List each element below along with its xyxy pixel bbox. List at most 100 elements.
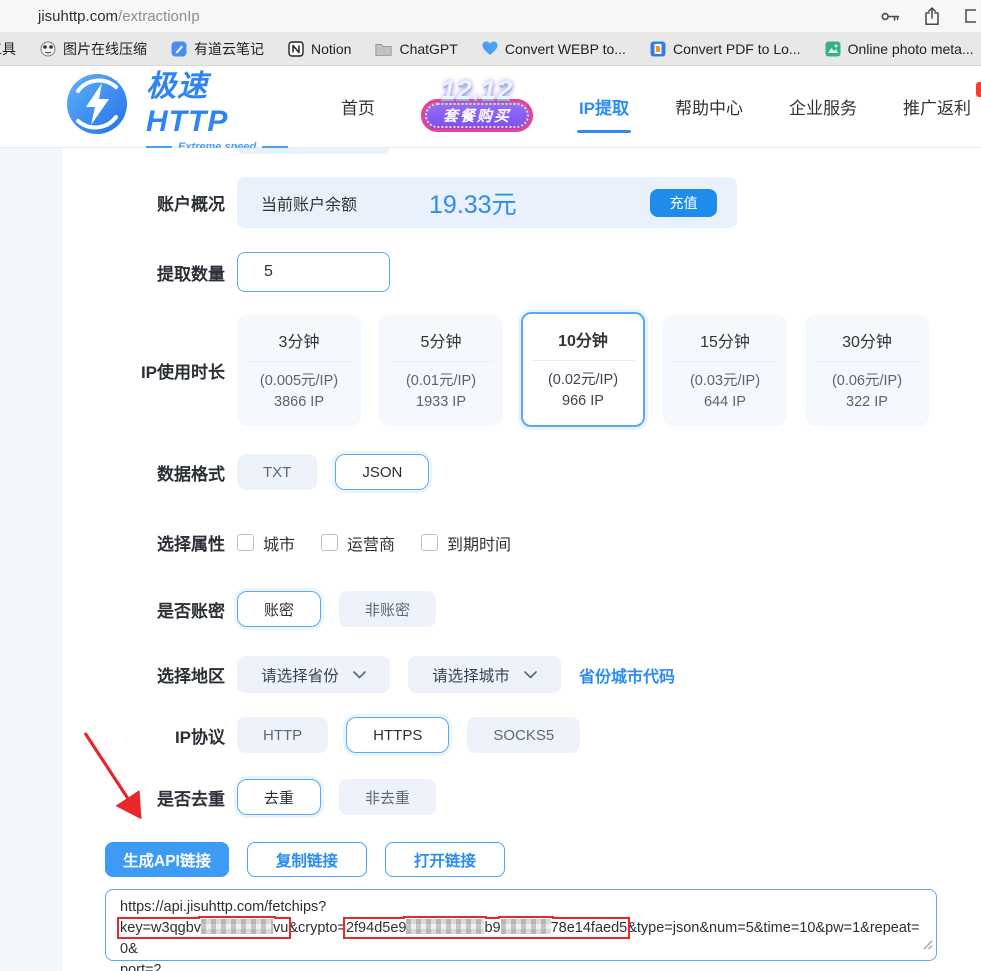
- api-crypto-annotation-box: 2f94d5e9 b9 78e14faed5: [342, 917, 631, 939]
- dedupe-option-yes[interactable]: 去重: [237, 779, 322, 815]
- bookmark-image-compress[interactable]: 图片在线压缩: [40, 39, 147, 59]
- promo-banner-1212[interactable]: 12.12 套餐购买: [420, 75, 533, 132]
- nav-red-badge: [976, 82, 981, 97]
- image-compress-icon: [40, 41, 56, 57]
- checkbox-label: 城市: [263, 536, 296, 554]
- photo-meta-icon: [825, 41, 841, 57]
- api-url-port: port=2: [120, 962, 162, 971]
- nav-item-help-center[interactable]: 帮助中心: [675, 94, 743, 119]
- bookmark-label: Notion: [311, 40, 352, 57]
- checkbox-city[interactable]: 城市: [237, 531, 295, 555]
- duration-option-10min[interactable]: 10分钟 (0.02元/IP) 966 IP: [521, 312, 645, 427]
- generate-api-link-button[interactable]: 生成API链接: [105, 842, 229, 877]
- divider: [531, 360, 635, 361]
- duration-option-5min[interactable]: 5分钟 (0.01元/IP) 1933 IP: [379, 315, 503, 426]
- auth-option-no-password[interactable]: 非账密: [339, 591, 437, 627]
- browser-url-bar: jisuhttp.com/extractionIp: [0, 0, 981, 32]
- left-gutter: [0, 148, 62, 971]
- quantity-row: 提取数量: [62, 252, 981, 292]
- attributes-label: 选择属性: [157, 535, 225, 554]
- checkbox-label: 到期时间: [447, 536, 512, 554]
- bookmark-convert-webp[interactable]: Convert WEBP to...: [482, 41, 626, 57]
- bookmark-label: 有道云笔记: [194, 40, 264, 57]
- censored-key-icon: [201, 919, 274, 934]
- duration-count: 644 IP: [704, 394, 746, 410]
- bookmark-convert-pdf[interactable]: Convert PDF to Lo...: [650, 41, 801, 57]
- share-icon[interactable]: [924, 6, 940, 26]
- region-row: 选择地区 请选择省份 请选择城市 省份城市代码: [62, 656, 981, 693]
- protocol-option-socks5[interactable]: SOCKS5: [467, 717, 581, 753]
- main-content: 账户概况 当前账户余额 19.33元 充值 提取数量 IP使用时长 3分钟 (0…: [0, 148, 981, 971]
- checkbox-icon: [421, 534, 439, 551]
- bookmark-label: 加密工具: [0, 40, 16, 57]
- api-key-prefix: key=w3qgbv: [120, 920, 202, 936]
- chevron-down-icon: [352, 666, 366, 684]
- dedupe-label: 是否去重: [157, 789, 225, 809]
- partial-browser-icon[interactable]: [964, 8, 976, 24]
- site-logo[interactable]: 极速HTTP Extreme speed: [64, 61, 289, 153]
- region-label: 选择地区: [157, 667, 225, 686]
- format-row: 数据格式 TXT JSON: [62, 454, 981, 490]
- protocol-option-http[interactable]: HTTP: [237, 717, 329, 753]
- api-crypto-p2: b9: [484, 920, 501, 936]
- checkbox-icon: [237, 534, 254, 551]
- recharge-button[interactable]: 充值: [650, 188, 717, 217]
- protocol-label: IP协议: [174, 727, 225, 747]
- balance-panel: 当前账户余额 19.33元 充值: [237, 177, 737, 228]
- province-placeholder: 请选择省份: [261, 667, 339, 685]
- api-url-textarea[interactable]: https://api.jisuhttp.com/fetchips? key=w…: [105, 889, 937, 971]
- checkbox-expire-time[interactable]: 到期时间: [421, 531, 511, 555]
- open-link-button[interactable]: 打开链接: [384, 842, 505, 877]
- bookmark-chatgpt[interactable]: ChatGPT: [375, 41, 458, 57]
- nav-item-referral[interactable]: 推广返利: [903, 94, 971, 119]
- main-nav: 首页 12.12 套餐购买 IP提取 帮助中心 企业服务 推广返利: [341, 75, 971, 133]
- format-option-json[interactable]: JSON: [335, 454, 430, 490]
- duration-option-3min[interactable]: 3分钟 (0.005元/IP) 3866 IP: [237, 315, 361, 426]
- nav-item-home[interactable]: 首页: [341, 94, 375, 119]
- balance-value: 19.33元: [429, 190, 517, 219]
- bookmark-notion[interactable]: Notion: [288, 41, 351, 57]
- divider: [247, 361, 351, 362]
- chevron-down-icon: [523, 666, 537, 684]
- quantity-input[interactable]: [237, 252, 390, 292]
- duration-price: (0.06元/IP): [831, 373, 903, 389]
- divider: [815, 361, 919, 362]
- duration-title: 15分钟: [700, 334, 750, 351]
- url-host[interactable]: jisuhttp.com: [38, 8, 118, 25]
- censored-crypto-icon: [406, 919, 485, 934]
- duration-title: 5分钟: [420, 334, 462, 351]
- resize-handle-icon[interactable]: [923, 936, 933, 957]
- checkbox-isp[interactable]: 运营商: [321, 531, 395, 555]
- api-key-annotation-box: key=w3qgbv vu: [116, 917, 292, 939]
- pdf-convert-icon: [650, 41, 666, 57]
- city-select[interactable]: 请选择城市: [408, 656, 561, 693]
- url-path[interactable]: /extractionIp: [118, 8, 200, 25]
- duration-option-30min[interactable]: 30分钟 (0.06元/IP) 322 IP: [805, 315, 929, 426]
- auth-row: 是否账密 账密 非账密: [62, 591, 981, 627]
- quantity-label: 提取数量: [157, 264, 225, 284]
- nav-item-enterprise[interactable]: 企业服务: [789, 94, 857, 119]
- dedupe-option-no[interactable]: 非去重: [339, 779, 437, 815]
- bookmark-encrypt-tool[interactable]: 加密工具: [0, 39, 16, 59]
- protocol-option-https[interactable]: HTTPS: [346, 717, 450, 753]
- auth-label: 是否账密: [157, 601, 225, 621]
- copy-link-button[interactable]: 复制链接: [246, 842, 367, 877]
- province-city-code-link[interactable]: 省份城市代码: [579, 663, 675, 687]
- bookmark-youdao-note[interactable]: 有道云笔记: [171, 39, 264, 59]
- bookmark-label: Online photo meta...: [847, 40, 974, 57]
- checkbox-icon: [321, 534, 339, 551]
- format-option-txt[interactable]: TXT: [237, 454, 318, 490]
- bookmark-label: Convert PDF to Lo...: [672, 40, 801, 57]
- duration-title: 10分钟: [558, 333, 608, 350]
- nav-item-ip-extract[interactable]: IP提取: [576, 94, 632, 133]
- duration-option-15min[interactable]: 15分钟 (0.03元/IP) 644 IP: [663, 315, 787, 426]
- folder-icon: [375, 42, 393, 56]
- api-url-base: https://api.jisuhttp.com/fetchips?: [120, 899, 327, 915]
- password-key-icon[interactable]: [881, 10, 900, 23]
- bookmark-photo-meta[interactable]: Online photo meta...: [825, 41, 974, 57]
- auth-option-password[interactable]: 账密: [237, 591, 322, 627]
- duration-count: 1933 IP: [416, 394, 466, 410]
- province-select[interactable]: 请选择省份: [237, 656, 390, 693]
- bookmark-label: Convert WEBP to...: [504, 40, 626, 57]
- site-header: 极速HTTP Extreme speed 首页 12.12 套餐购买 IP提取 …: [0, 66, 981, 153]
